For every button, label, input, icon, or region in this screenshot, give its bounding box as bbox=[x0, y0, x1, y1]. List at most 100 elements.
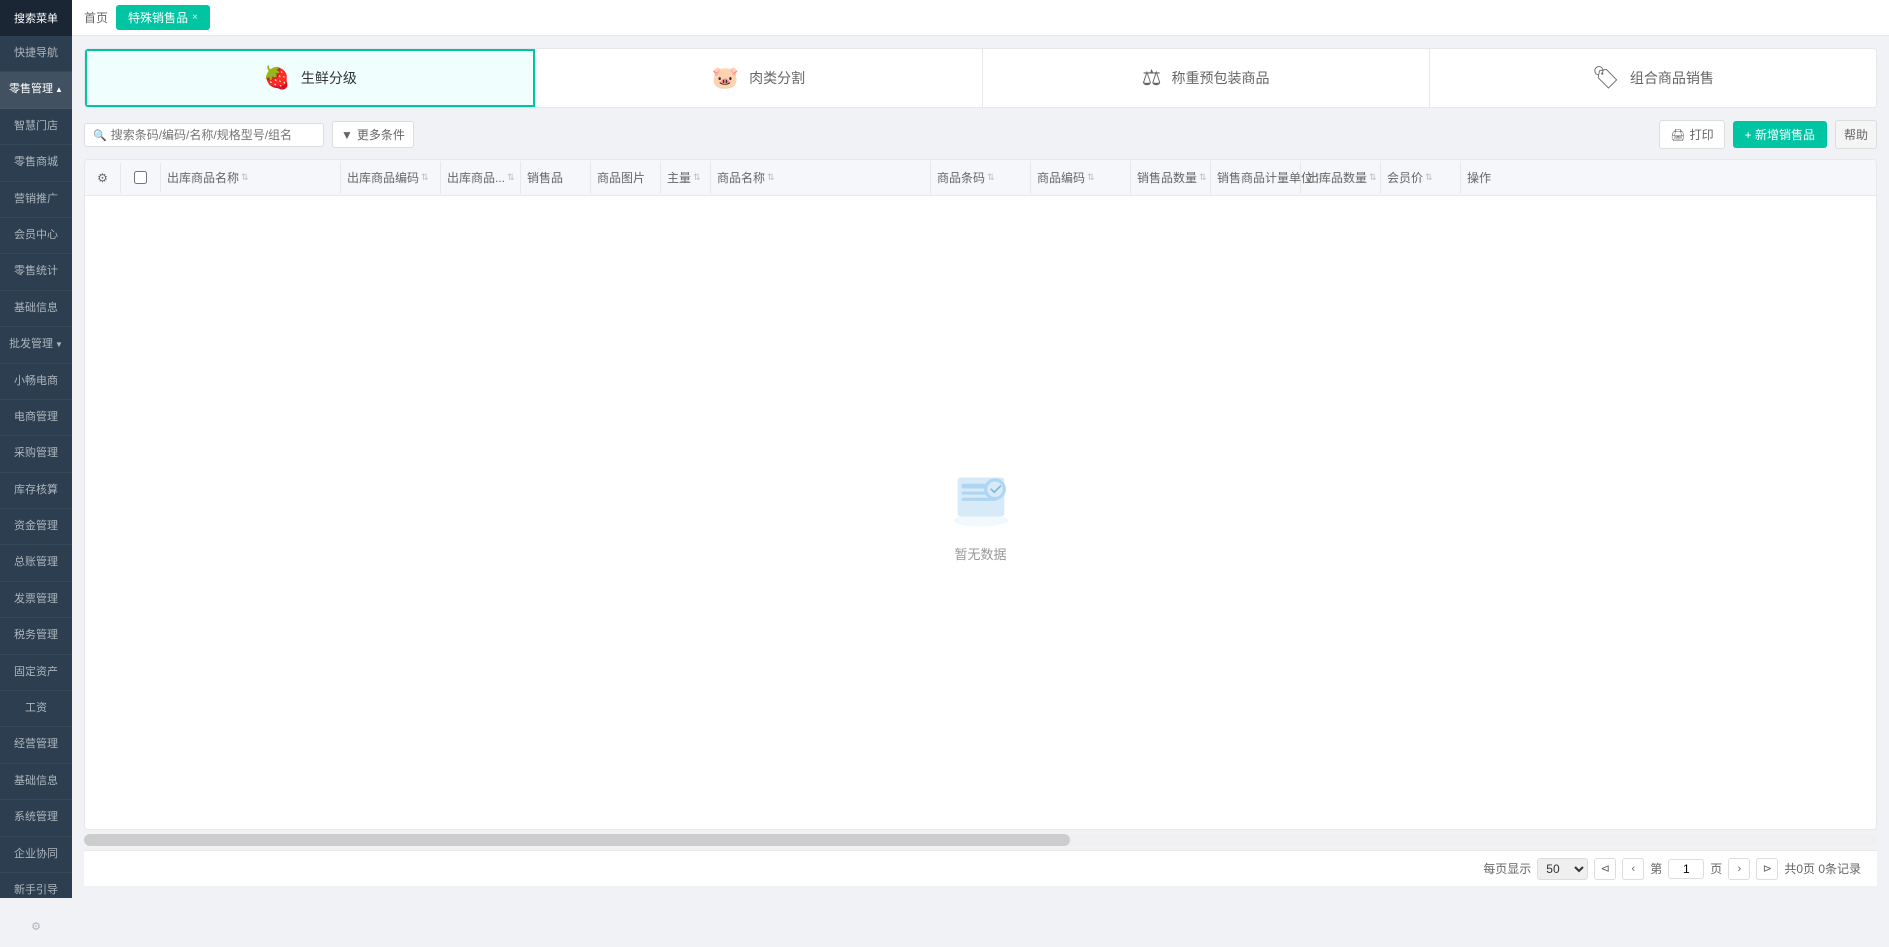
last-page-button[interactable]: ⊳ bbox=[1756, 858, 1778, 880]
prev-page-icon: ‹ bbox=[1631, 863, 1635, 875]
sidebar-item-enterprise[interactable]: 企业协同 bbox=[0, 837, 72, 873]
printer-icon: 🖨 bbox=[1670, 128, 1685, 142]
th-out-sku: 出库商品... ⇅ bbox=[441, 161, 521, 194]
prev-page-button[interactable]: ‹ bbox=[1622, 858, 1644, 880]
sort-barcode-icon[interactable]: ⇅ bbox=[987, 172, 995, 183]
th-out-product-code: 出库商品编码 ⇅ bbox=[341, 161, 441, 194]
tab-combo-sale[interactable]: 🏷 组合商品销售 bbox=[1430, 49, 1876, 107]
sidebar-item-member[interactable]: 会员中心 bbox=[0, 218, 72, 254]
sidebar-item-ecommerce-small[interactable]: 小畅电商 bbox=[0, 364, 72, 400]
search-input[interactable] bbox=[111, 128, 315, 142]
first-page-button[interactable]: ⊲ bbox=[1594, 858, 1616, 880]
weigh-prepack-icon: ⚖ bbox=[1142, 65, 1162, 91]
add-sale-product-button[interactable]: + 新增销售品 bbox=[1733, 121, 1827, 148]
th-image: 商品图片 bbox=[591, 161, 661, 194]
tab-close-icon[interactable]: × bbox=[192, 12, 198, 23]
sort-out-name-icon[interactable]: ⇅ bbox=[241, 172, 249, 183]
sidebar-item-business-mgmt[interactable]: 经营管理 bbox=[0, 727, 72, 763]
toolbar-right: 🖨 打印 + 新增销售品 帮助 bbox=[1659, 120, 1877, 149]
sidebar-item-marketing[interactable]: 营销推广 bbox=[0, 182, 72, 218]
pagination: 每页显示 50 20 100 ⊲ ‹ 第 页 › bbox=[1483, 858, 1861, 880]
sidebar-item-newbie[interactable]: 新手引导 bbox=[0, 873, 72, 909]
sort-out-qty-icon[interactable]: ⇅ bbox=[1369, 172, 1377, 183]
data-table: ⚙ 出库商品名称 ⇅ 出库商品编码 ⇅ 出库商品... ⇅ bbox=[84, 159, 1877, 830]
page-size-select[interactable]: 50 20 100 bbox=[1537, 858, 1588, 880]
sidebar-bottom: ⚙ bbox=[0, 909, 72, 946]
help-button[interactable]: 帮助 bbox=[1835, 120, 1877, 149]
wholesale-arrow-icon: ▼ bbox=[55, 339, 63, 350]
topbar: 首页 特殊销售品 × bbox=[72, 0, 1889, 36]
gear-icon: ⚙ bbox=[97, 171, 108, 185]
th-setting[interactable]: ⚙ bbox=[85, 163, 121, 193]
sidebar-item-ledger[interactable]: 总账管理 bbox=[0, 545, 72, 581]
sidebar-item-retail-stats[interactable]: 零售统计 bbox=[0, 254, 72, 290]
sort-out-sku-icon[interactable]: ⇅ bbox=[507, 172, 515, 183]
sidebar-item-basic-info2[interactable]: 基础信息 bbox=[0, 764, 72, 800]
sidebar-settings-btn[interactable]: ⚙ bbox=[0, 910, 72, 946]
next-page-button[interactable]: › bbox=[1728, 858, 1750, 880]
sort-goods-name-icon[interactable]: ⇅ bbox=[767, 172, 775, 183]
sidebar-item-quick-nav[interactable]: 快捷导航 bbox=[0, 36, 72, 72]
sort-sale-qty-icon[interactable]: ⇅ bbox=[1199, 172, 1207, 183]
scrollbar-thumb[interactable] bbox=[84, 834, 1070, 846]
sidebar-item-retail-mgmt[interactable]: 零售管理 ▲ bbox=[0, 72, 72, 108]
sidebar-item-wholesale[interactable]: 批发管理 ▼ bbox=[0, 327, 72, 363]
th-main: 主量 ⇅ bbox=[661, 161, 711, 194]
th-sale-unit: 销售商品计量单位 ⇅ bbox=[1211, 161, 1301, 194]
sidebar-item-invoice[interactable]: 发票管理 bbox=[0, 582, 72, 618]
th-out-qty: 出库品数量 ⇅ bbox=[1301, 161, 1381, 194]
empty-text: 暂无数据 bbox=[954, 544, 1006, 563]
sidebar-item-salary[interactable]: 工资 bbox=[0, 691, 72, 727]
horizontal-scrollbar[interactable] bbox=[84, 834, 1877, 846]
pagination-bar: 每页显示 50 20 100 ⊲ ‹ 第 页 › bbox=[84, 850, 1877, 886]
page-number-input[interactable] bbox=[1668, 859, 1704, 879]
sort-out-code-icon[interactable]: ⇅ bbox=[421, 172, 429, 183]
th-barcode: 商品条码 ⇅ bbox=[931, 161, 1031, 194]
fresh-grade-icon: 🍓 bbox=[263, 65, 290, 91]
category-tabs: 🍓 生鲜分级 🐷 肉类分割 ⚖ 称重预包装商品 🏷 组合商品销售 bbox=[84, 48, 1877, 108]
topbar-home-link[interactable]: 首页 bbox=[84, 9, 108, 26]
sidebar-item-finance[interactable]: 资金管理 bbox=[0, 509, 72, 545]
th-goods-name: 商品名称 ⇅ bbox=[711, 161, 931, 194]
empty-icon bbox=[941, 462, 1021, 532]
sidebar-item-inventory[interactable]: 库存核算 bbox=[0, 473, 72, 509]
toolbar: ▼ 更多条件 🖨 打印 + 新增销售品 帮助 bbox=[84, 120, 1877, 149]
sidebar-item-purchase[interactable]: 采购管理 bbox=[0, 436, 72, 472]
th-member-price: 会员价 ⇅ bbox=[1381, 161, 1461, 194]
combo-sale-icon: 🏷 bbox=[1592, 65, 1620, 91]
content-area: 🍓 生鲜分级 🐷 肉类分割 ⚖ 称重预包装商品 🏷 组合商品销售 bbox=[72, 36, 1889, 898]
table-header: ⚙ 出库商品名称 ⇅ 出库商品编码 ⇅ 出库商品... ⇅ bbox=[85, 160, 1876, 196]
filter-icon: ▼ bbox=[341, 128, 353, 142]
search-icon bbox=[93, 128, 107, 142]
th-out-product-name: 出库商品名称 ⇅ bbox=[161, 161, 341, 194]
tab-meat-cut[interactable]: 🐷 肉类分割 bbox=[535, 49, 982, 107]
table-body: 暂无数据 bbox=[85, 196, 1876, 829]
tab-weigh-prepack[interactable]: ⚖ 称重预包装商品 bbox=[983, 49, 1430, 107]
next-page-icon: › bbox=[1737, 863, 1741, 875]
first-page-icon: ⊲ bbox=[1601, 862, 1610, 875]
sidebar-logo[interactable]: 搜索菜单 bbox=[0, 0, 72, 36]
main-area: 首页 特殊销售品 × 🍓 生鲜分级 🐷 肉类分割 ⚖ 称重预包装商品 🏷 组合商… bbox=[72, 0, 1889, 898]
empty-state: 暂无数据 bbox=[941, 462, 1021, 563]
sort-goods-code-icon[interactable]: ⇅ bbox=[1087, 172, 1095, 183]
filter-button[interactable]: ▼ 更多条件 bbox=[332, 121, 414, 148]
sidebar-item-retail-mall[interactable]: 零售商城 bbox=[0, 145, 72, 181]
sidebar-item-smart-store[interactable]: 智慧门店 bbox=[0, 109, 72, 145]
th-goods-code: 商品编码 ⇅ bbox=[1031, 161, 1131, 194]
tab-fresh-grade[interactable]: 🍓 生鲜分级 bbox=[85, 49, 535, 107]
sidebar: 搜索菜单 快捷导航 零售管理 ▲ 智慧门店 零售商城 营销推广 会员中心 零售统… bbox=[0, 0, 72, 898]
th-checkbox[interactable] bbox=[121, 163, 161, 192]
print-button[interactable]: 🖨 打印 bbox=[1659, 120, 1724, 149]
sidebar-item-ecommerce-mgmt[interactable]: 电商管理 bbox=[0, 400, 72, 436]
sidebar-item-system[interactable]: 系统管理 bbox=[0, 800, 72, 836]
sort-price-icon[interactable]: ⇅ bbox=[1425, 172, 1433, 183]
retail-mgmt-arrow-icon: ▲ bbox=[55, 84, 63, 95]
search-box[interactable] bbox=[84, 123, 324, 147]
sidebar-item-basic-info[interactable]: 基础信息 bbox=[0, 291, 72, 327]
select-all-checkbox[interactable] bbox=[134, 171, 147, 184]
sidebar-item-tax[interactable]: 税务管理 bbox=[0, 618, 72, 654]
toolbar-left: ▼ 更多条件 bbox=[84, 121, 414, 148]
sort-main-icon[interactable]: ⇅ bbox=[693, 172, 701, 183]
topbar-active-tab[interactable]: 特殊销售品 × bbox=[116, 5, 210, 30]
sidebar-item-fixed-assets[interactable]: 固定资产 bbox=[0, 655, 72, 691]
